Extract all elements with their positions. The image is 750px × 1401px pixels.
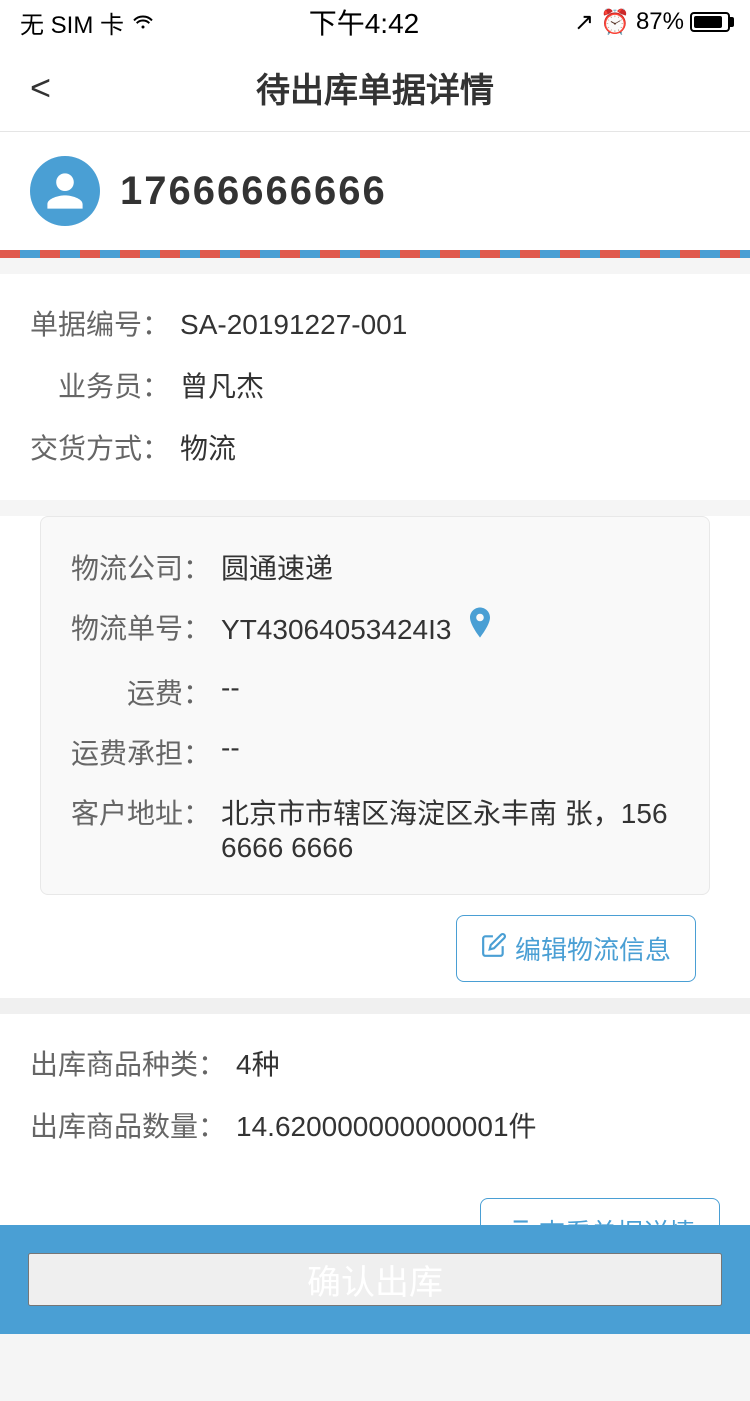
doc-number-row: 单据编号： SA-20191227-001 <box>30 304 720 346</box>
user-icon <box>43 169 87 213</box>
doc-info-section: 单据编号： SA-20191227-001 业务员： 曾凡杰 交货方式： 物流 <box>0 274 750 500</box>
salesman-row: 业务员： 曾凡杰 <box>30 366 720 408</box>
nav-bar: < 待出库单据详情 <box>0 44 750 132</box>
logistics-tracking-value: YT43064053424I3 <box>221 607 679 652</box>
doc-number-value: SA-20191227-001 <box>180 304 720 346</box>
battery-percentage: 87% <box>636 8 684 36</box>
logistics-company-label: 物流公司： <box>71 547 211 587</box>
customer-phone: 17666666666 <box>120 169 387 214</box>
salesman-label: 业务员： <box>30 366 170 408</box>
salesman-value: 曾凡杰 <box>180 366 720 408</box>
freight-bear-value: -- <box>221 732 679 764</box>
section-divider <box>0 998 750 1014</box>
battery-icon <box>690 12 730 32</box>
tracking-number: YT43064053424I3 <box>221 614 451 646</box>
delivery-value: 物流 <box>180 428 720 470</box>
goods-quantity-label: 出库商品数量： <box>30 1106 226 1148</box>
delivery-row: 交货方式： 物流 <box>30 428 720 470</box>
edit-btn-row: 编辑物流信息 <box>24 895 726 998</box>
location-status-icon: ↗ <box>574 8 594 37</box>
carrier-label: 无 SIM 卡 <box>20 5 124 40</box>
freight-row: 运费： -- <box>71 672 679 712</box>
wifi-icon <box>132 8 154 36</box>
freight-bear-row: 运费承担： -- <box>71 732 679 772</box>
logistics-company-value: 圆通速递 <box>221 547 679 587</box>
back-button[interactable]: < <box>30 67 51 109</box>
address-value: 北京市市辖区海淀区永丰南 张，156 6666 6666 <box>221 792 679 864</box>
alarm-icon: ⏰ <box>600 8 630 37</box>
doc-number-label: 单据编号： <box>30 304 170 346</box>
goods-quantity-row: 出库商品数量： 14.620000000000001件 <box>30 1106 720 1148</box>
logistics-section: 物流公司： 圆通速递 物流单号： YT43064053424I3 运费： -- … <box>40 516 710 895</box>
confirm-btn-container: 确认出库 <box>0 1225 750 1334</box>
status-left: 无 SIM 卡 <box>20 5 154 40</box>
edit-btn-label: 编辑物流信息 <box>515 930 671 967</box>
logistics-tracking-row: 物流单号： YT43064053424I3 <box>71 607 679 652</box>
customer-header: 17666666666 <box>0 132 750 250</box>
avatar <box>30 156 100 226</box>
page-title: 待出库单据详情 <box>256 63 494 112</box>
status-time: 下午4:42 <box>309 2 420 42</box>
goods-quantity-value: 14.620000000000001件 <box>236 1106 720 1148</box>
edit-logistics-button[interactable]: 编辑物流信息 <box>456 915 696 982</box>
freight-label: 运费： <box>71 672 211 712</box>
logistics-tracking-label: 物流单号： <box>71 607 211 647</box>
tracking-location-icon[interactable] <box>465 607 495 652</box>
status-bar: 无 SIM 卡 下午4:42 ↗ ⏰ 87% <box>0 0 750 44</box>
freight-value: -- <box>221 672 679 704</box>
address-row: 客户地址： 北京市市辖区海淀区永丰南 张，156 6666 6666 <box>71 792 679 864</box>
status-right: ↗ ⏰ 87% <box>574 8 730 37</box>
logistics-company-row: 物流公司： 圆通速递 <box>71 547 679 587</box>
delivery-label: 交货方式： <box>30 428 170 470</box>
goods-type-value: 4种 <box>236 1044 720 1086</box>
dashed-divider <box>0 250 750 258</box>
goods-type-row: 出库商品种类： 4种 <box>30 1044 720 1086</box>
goods-type-label: 出库商品种类： <box>30 1044 226 1086</box>
goods-section: 出库商品种类： 4种 出库商品数量： 14.620000000000001件 <box>0 1014 750 1178</box>
confirm-button[interactable]: 确认出库 <box>28 1253 722 1306</box>
edit-icon <box>481 932 507 965</box>
address-label: 客户地址： <box>71 792 211 832</box>
freight-bear-label: 运费承担： <box>71 732 211 772</box>
